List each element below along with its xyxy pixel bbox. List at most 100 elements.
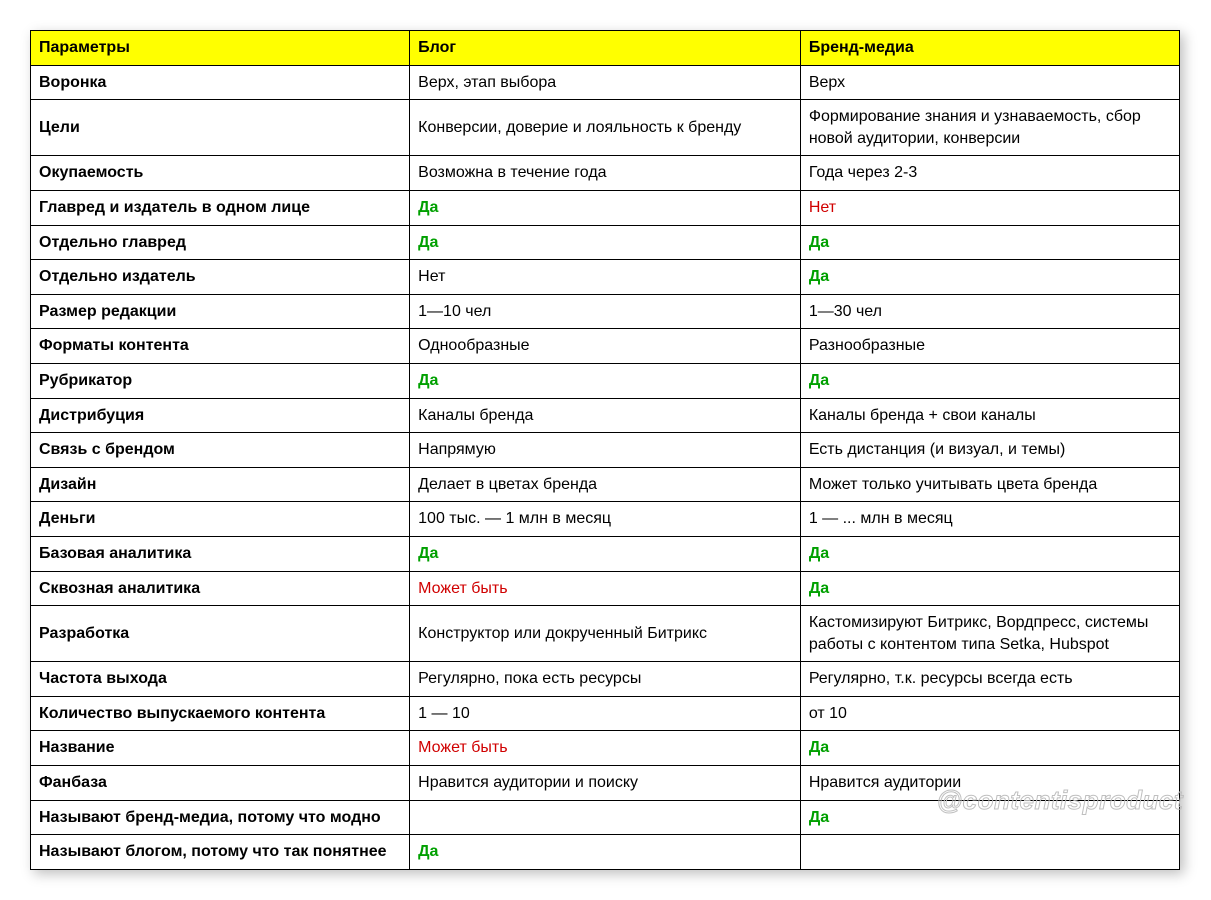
- blog-value: Конструктор или докрученный Битрикс: [418, 625, 707, 642]
- blog-value: Делает в цветах бренда: [418, 476, 597, 493]
- table-row: Называют блогом, потому что так понятнее…: [31, 835, 1180, 870]
- blog-value: Нет: [418, 268, 445, 285]
- param-cell: Разработка: [31, 606, 410, 662]
- table-body: Воронка Верх, этап выбора Верх Цели Конверси…: [31, 65, 1180, 869]
- brand-value: Каналы бренда + свои каналы: [809, 407, 1036, 424]
- table-row: Связь с брендом Напрямую Есть дистанция (и…: [31, 433, 1180, 468]
- blog-value: Да: [418, 234, 438, 251]
- table-row: Разработка Конструктор или докрученный Би…: [31, 606, 1180, 662]
- brand-value: Да: [809, 809, 829, 826]
- brand-cell: Формирование знания и узнаваемость, сбор…: [800, 100, 1179, 156]
- brand-cell: Да: [800, 731, 1179, 766]
- brand-cell: Есть дистанция (и визуал, и темы): [800, 433, 1179, 468]
- blog-cell: Может быть: [410, 571, 801, 606]
- comparison-table: Параметры Блог Бренд-медиа ВоронкаВерх, …: [30, 30, 1180, 870]
- table-row: ОкупаемостьВозможна в течение годаГода ч…: [31, 156, 1180, 191]
- blog-value: Верх, этап выбора: [418, 74, 556, 91]
- brand-cell: Да: [800, 800, 1179, 835]
- brand-value: Есть дистанция (и визуал, и темы): [809, 441, 1065, 458]
- blog-cell: 1 — 10: [410, 696, 801, 731]
- table-row: Размер редакции1—10 чел1—30 чел: [31, 294, 1180, 329]
- param-cell: Форматы контента: [31, 329, 410, 364]
- blog-cell: 100 тыс. — 1 млн в месяц: [410, 502, 801, 537]
- blog-value: 1 — 10: [418, 705, 470, 722]
- param-cell: Воронка: [31, 65, 410, 100]
- param-cell: Фанбаза: [31, 766, 410, 801]
- brand-value: Да: [809, 739, 829, 756]
- brand-cell: [800, 835, 1179, 870]
- table-row: Воронка Верх, этап выбора Верх: [31, 65, 1180, 100]
- header-parameters: Параметры: [31, 31, 410, 66]
- param-cell: Дистрибуция: [31, 398, 410, 433]
- table-row: Частота выходаРегулярно, пока есть ресур…: [31, 662, 1180, 697]
- brand-value: Может только учитывать цвета бренда: [809, 476, 1097, 493]
- blog-value: Да: [418, 545, 438, 562]
- table-row: Форматы контента Однообразные Разнообразны…: [31, 329, 1180, 364]
- brand-value: Верх: [809, 74, 845, 91]
- blog-cell: Возможна в течение года: [410, 156, 801, 191]
- blog-cell: Конструктор или докрученный Битрикс: [410, 606, 801, 662]
- param-cell: Цели: [31, 100, 410, 156]
- param-cell: Размер редакции: [31, 294, 410, 329]
- blog-cell: Делает в цветах бренда: [410, 467, 801, 502]
- blog-cell: Да: [410, 363, 801, 398]
- table-row: НазваниеМожет быть Да: [31, 731, 1180, 766]
- table-row: Количество выпускаемого контента 1 — 10 от…: [31, 696, 1180, 731]
- blog-value: 1—10 чел: [418, 303, 491, 320]
- table-row: Фанбаза Нравится аудитории и поиску Нравит…: [31, 766, 1180, 801]
- blog-cell: Да: [410, 225, 801, 260]
- brand-value: Да: [809, 268, 829, 285]
- brand-value: Разнообразные: [809, 337, 925, 354]
- blog-value: Напрямую: [418, 441, 496, 458]
- blog-value: Возможна в течение года: [418, 164, 606, 181]
- table-row: Отдельно главред Да Да: [31, 225, 1180, 260]
- blog-cell: Напрямую: [410, 433, 801, 468]
- table-row: Рубрикатор Да Да: [31, 363, 1180, 398]
- table-row: Цели Конверсии, доверие и лояльность к бр…: [31, 100, 1180, 156]
- blog-cell: Может быть: [410, 731, 801, 766]
- param-cell: Рубрикатор: [31, 363, 410, 398]
- blog-value: Нравится аудитории и поиску: [418, 774, 638, 791]
- blog-value: 100 тыс. — 1 млн в месяц: [418, 510, 611, 527]
- blog-value: Однообразные: [418, 337, 529, 354]
- brand-cell: Регулярно, т.к. ресурсы всегда есть: [800, 662, 1179, 697]
- table-row: ДизайнДелает в цветах брендаМожет только…: [31, 467, 1180, 502]
- table-row: Главред и издатель в одном лицеДаНет: [31, 190, 1180, 225]
- blog-cell: Регулярно, пока есть ресурсы: [410, 662, 801, 697]
- brand-value: Регулярно, т.к. ресурсы всегда есть: [809, 670, 1073, 687]
- blog-cell: Да: [410, 190, 801, 225]
- blog-cell: [410, 800, 801, 835]
- brand-cell: Да: [800, 225, 1179, 260]
- brand-value: Да: [809, 234, 829, 251]
- brand-cell: от 10: [800, 696, 1179, 731]
- brand-cell: Года через 2-3: [800, 156, 1179, 191]
- comparison-table-wrapper: Параметры Блог Бренд-медиа ВоронкаВерх, …: [30, 30, 1180, 870]
- brand-cell: Разнообразные: [800, 329, 1179, 364]
- brand-value: Нет: [809, 199, 836, 216]
- blog-cell: Верх, этап выбора: [410, 65, 801, 100]
- param-cell: Частота выхода: [31, 662, 410, 697]
- param-cell: Связь с брендом: [31, 433, 410, 468]
- param-cell: Количество выпускаемого контента: [31, 696, 410, 731]
- blog-value: Может быть: [418, 580, 507, 597]
- blog-value: Да: [418, 372, 438, 389]
- brand-value: от 10: [809, 705, 847, 722]
- param-cell: Название: [31, 731, 410, 766]
- blog-value: Конверсии, доверие и лояльность к бренду: [418, 119, 741, 136]
- table-row: Отдельно издательНетДа: [31, 260, 1180, 295]
- param-cell: Базовая аналитика: [31, 536, 410, 571]
- brand-cell: Да: [800, 536, 1179, 571]
- blog-cell: Да: [410, 536, 801, 571]
- param-cell: Сквозная аналитика: [31, 571, 410, 606]
- table-row: Называют бренд-медиа, потому что модноДа: [31, 800, 1180, 835]
- blog-cell: Однообразные: [410, 329, 801, 364]
- param-cell: Называют блогом, потому что так понятнее: [31, 835, 410, 870]
- brand-value: Да: [809, 580, 829, 597]
- blog-value: Каналы бренда: [418, 407, 533, 424]
- brand-value: Нравится аудитории: [809, 774, 961, 791]
- table-row: Сквозная аналитика Может быть Да: [31, 571, 1180, 606]
- brand-value: Да: [809, 372, 829, 389]
- brand-value: Кастомизируют Битрикс, Вордпресс, систем…: [809, 614, 1149, 653]
- brand-cell: Верх: [800, 65, 1179, 100]
- param-cell: Отдельно главред: [31, 225, 410, 260]
